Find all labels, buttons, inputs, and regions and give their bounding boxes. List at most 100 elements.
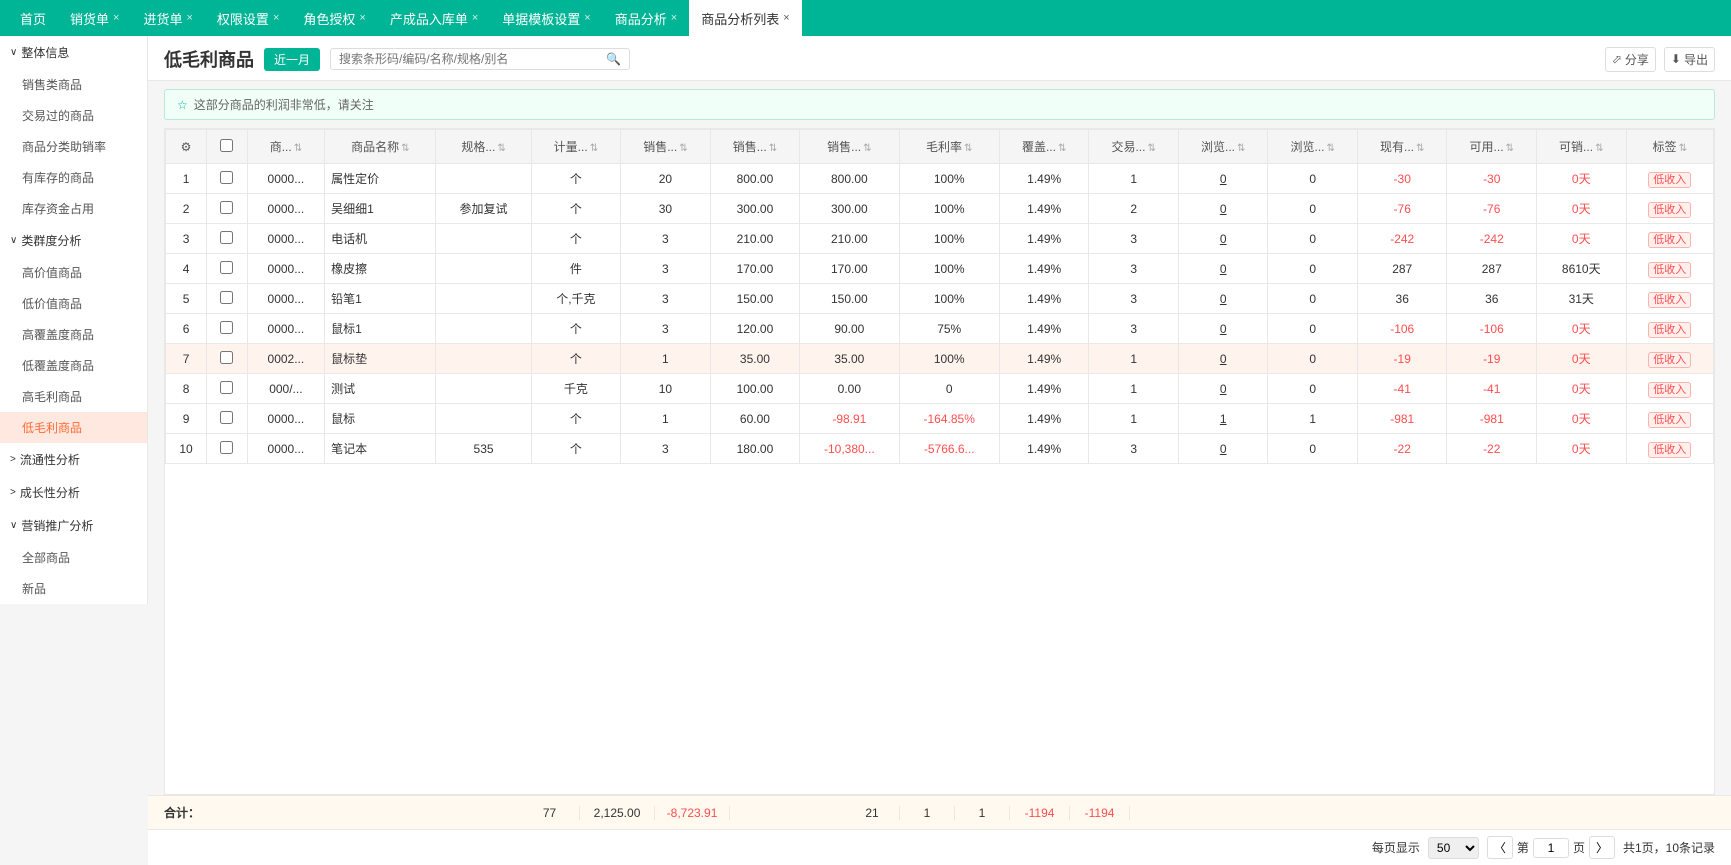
col-code[interactable]: 商...⇅ xyxy=(247,130,325,164)
nav-item-进货单[interactable]: 进货单× xyxy=(131,0,204,36)
row-browse1[interactable]: 0 xyxy=(1178,314,1268,344)
row-browse1[interactable]: 0 xyxy=(1178,164,1268,194)
col-saleable[interactable]: 可销...⇅ xyxy=(1537,130,1627,164)
row-checkbox[interactable] xyxy=(207,434,248,464)
page-number-input[interactable] xyxy=(1533,838,1569,858)
sidebar-item-交易过的商品[interactable]: 交易过的商品 xyxy=(0,100,147,131)
select-all-checkbox[interactable] xyxy=(220,139,233,152)
close-tab-icon[interactable]: × xyxy=(186,12,192,24)
row-sales-profit: 90.00 xyxy=(800,314,899,344)
row-checkbox[interactable] xyxy=(207,314,248,344)
search-input[interactable] xyxy=(339,52,606,66)
col-unit[interactable]: 计量...⇅ xyxy=(531,130,621,164)
col-coverage[interactable]: 覆盖...⇅ xyxy=(999,130,1089,164)
nav-item-产成品入库单[interactable]: 产成品入库单× xyxy=(378,0,490,36)
table-row: 6 0000... 鼠标1 个 3 120.00 90.00 75% 1.49%… xyxy=(166,314,1714,344)
totals-label: 合计： xyxy=(164,804,200,821)
close-tab-icon[interactable]: × xyxy=(113,12,119,24)
close-tab-icon[interactable]: × xyxy=(783,12,789,24)
row-browse1[interactable]: 0 xyxy=(1178,344,1268,374)
col-checkbox[interactable] xyxy=(207,130,248,164)
sidebar-group-营销推广分析[interactable]: ∨营销推广分析 xyxy=(0,509,147,542)
row-browse1[interactable]: 0 xyxy=(1178,224,1268,254)
col-browse1[interactable]: 浏览...⇅ xyxy=(1178,130,1268,164)
row-current-stock: -30 xyxy=(1357,164,1447,194)
sidebar-item-低覆盖度商品[interactable]: 低覆盖度商品 xyxy=(0,350,147,381)
sidebar-item-销售类商品[interactable]: 销售类商品 xyxy=(0,69,147,100)
sidebar-item-低毛利商品[interactable]: 低毛利商品 xyxy=(0,412,147,443)
sidebar-group-类群度分析[interactable]: ∨类群度分析 xyxy=(0,224,147,257)
sidebar-item-有库存的商品[interactable]: 有库存的商品 xyxy=(0,162,147,193)
close-tab-icon[interactable]: × xyxy=(273,12,279,24)
row-saleable: 0天 xyxy=(1537,404,1627,434)
col-tag[interactable]: 标签⇅ xyxy=(1626,130,1713,164)
row-checkbox[interactable] xyxy=(207,374,248,404)
sidebar-group-流通性分析[interactable]: >流通性分析 xyxy=(0,443,147,476)
row-checkbox[interactable] xyxy=(207,224,248,254)
row-saleable: 8610天 xyxy=(1537,254,1627,284)
row-checkbox[interactable] xyxy=(207,344,248,374)
sidebar-group-整体信息[interactable]: ∨整体信息 xyxy=(0,36,147,69)
row-browse1[interactable]: 0 xyxy=(1178,374,1268,404)
sidebar-item-库存资金占用[interactable]: 库存资金占用 xyxy=(0,193,147,224)
row-checkbox[interactable] xyxy=(207,404,248,434)
close-tab-icon[interactable]: × xyxy=(584,12,590,24)
row-browse1[interactable]: 0 xyxy=(1178,254,1268,284)
sidebar-group-成长性分析[interactable]: >成长性分析 xyxy=(0,476,147,509)
col-gross-rate[interactable]: 毛利率⇅ xyxy=(899,130,999,164)
nav-item-首页[interactable]: 首页 xyxy=(8,0,58,36)
next-page-button[interactable]: 〉 xyxy=(1589,836,1615,859)
sidebar-item-低价值商品[interactable]: 低价值商品 xyxy=(0,288,147,319)
col-name[interactable]: 商品名称⇅ xyxy=(325,130,436,164)
row-sales-qty: 3 xyxy=(621,284,711,314)
row-checkbox[interactable] xyxy=(207,254,248,284)
row-checkbox[interactable] xyxy=(207,194,248,224)
sidebar-item-全部商品[interactable]: 全部商品 xyxy=(0,542,147,573)
col-trade[interactable]: 交易...⇅ xyxy=(1089,130,1179,164)
sidebar-item-高价值商品[interactable]: 高价值商品 xyxy=(0,257,147,288)
top-nav: 首页销货单×进货单×权限设置×角色授权×产成品入库单×单据模板设置×商品分析×商… xyxy=(0,0,1731,36)
col-available[interactable]: 可用...⇅ xyxy=(1447,130,1537,164)
export-button[interactable]: ⬇ 导出 xyxy=(1664,47,1715,72)
row-checkbox[interactable] xyxy=(207,164,248,194)
nav-item-销货单[interactable]: 销货单× xyxy=(58,0,131,36)
row-checkbox[interactable] xyxy=(207,284,248,314)
date-filter-button[interactable]: 近一月 xyxy=(264,48,320,71)
close-tab-icon[interactable]: × xyxy=(671,12,677,24)
share-button[interactable]: ⬀ 分享 xyxy=(1605,47,1656,72)
prev-page-button[interactable]: 〈 xyxy=(1487,836,1513,859)
notice-icon: ☆ xyxy=(177,98,188,112)
per-page-label: 每页显示 xyxy=(1372,839,1420,856)
row-browse1[interactable]: 1 xyxy=(1178,404,1268,434)
col-current-stock[interactable]: 现有...⇅ xyxy=(1357,130,1447,164)
col-settings[interactable]: ⚙ xyxy=(166,130,207,164)
col-sales-qty[interactable]: 销售...⇅ xyxy=(621,130,711,164)
row-sales-qty: 30 xyxy=(621,194,711,224)
row-browse1[interactable]: 0 xyxy=(1178,434,1268,464)
nav-item-单据模板设置[interactable]: 单据模板设置× xyxy=(490,0,602,36)
nav-item-角色授权[interactable]: 角色授权× xyxy=(291,0,377,36)
sidebar-item-高毛利商品[interactable]: 高毛利商品 xyxy=(0,381,147,412)
row-coverage: 1.49% xyxy=(999,224,1089,254)
row-name: 电话机 xyxy=(325,224,436,254)
search-icon[interactable]: 🔍 xyxy=(606,52,621,66)
row-gross-rate: 100% xyxy=(899,254,999,284)
col-spec[interactable]: 规格...⇅ xyxy=(436,130,531,164)
row-browse1[interactable]: 0 xyxy=(1178,284,1268,314)
nav-item-商品分析列表[interactable]: 商品分析列表× xyxy=(689,0,801,36)
close-tab-icon[interactable]: × xyxy=(359,12,365,24)
row-code: 0000... xyxy=(247,314,325,344)
row-browse1[interactable]: 0 xyxy=(1178,194,1268,224)
sidebar-item-商品分类助销率[interactable]: 商品分类助销率 xyxy=(0,131,147,162)
sidebar-item-高覆盖度商品[interactable]: 高覆盖度商品 xyxy=(0,319,147,350)
row-sales-qty: 3 xyxy=(621,314,711,344)
col-sales-price[interactable]: 销售...⇅ xyxy=(710,130,800,164)
col-sales-profit[interactable]: 销售...⇅ xyxy=(800,130,899,164)
nav-item-商品分析[interactable]: 商品分析× xyxy=(603,0,689,36)
col-browse2[interactable]: 浏览...⇅ xyxy=(1268,130,1358,164)
sidebar-item-新品[interactable]: 新品 xyxy=(0,573,147,604)
nav-item-权限设置[interactable]: 权限设置× xyxy=(205,0,291,36)
close-tab-icon[interactable]: × xyxy=(472,12,478,24)
per-page-select[interactable]: 50 100 200 xyxy=(1428,837,1479,859)
row-current-stock: -76 xyxy=(1357,194,1447,224)
